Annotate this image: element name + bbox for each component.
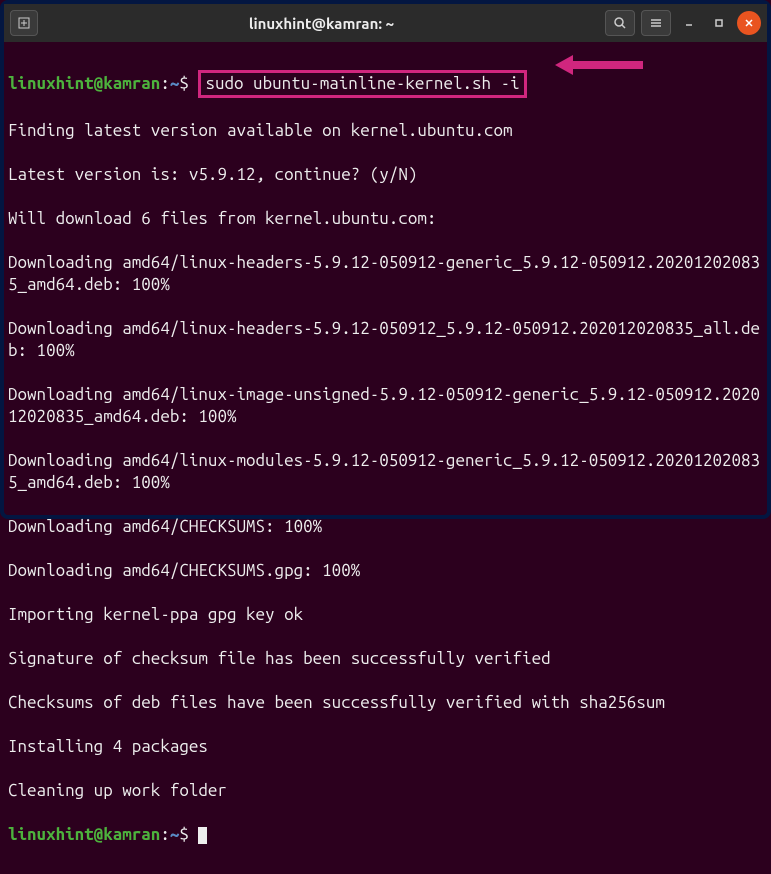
output-line: Latest version is: v5.9.12, continue? (y… xyxy=(8,164,763,186)
search-button[interactable] xyxy=(605,10,635,36)
arrow-shaft xyxy=(573,61,643,69)
output-line: Downloading amd64/linux-headers-5.9.12-0… xyxy=(8,252,763,296)
arrow-head-icon xyxy=(555,55,573,75)
prompt-user: linuxhint@kamran xyxy=(8,825,160,844)
output-line: Downloading amd64/CHECKSUMS: 100% xyxy=(8,516,763,538)
output-line: Downloading amd64/CHECKSUMS.gpg: 100% xyxy=(8,560,763,582)
prompt-line-1: linuxhint@kamran:~$ sudo ubuntu-mainline… xyxy=(8,70,763,98)
titlebar-left xyxy=(10,10,38,36)
titlebar: linuxhint@kamran: ~ xyxy=(4,4,767,42)
prompt-path: ~ xyxy=(170,825,180,844)
prompt-path: ~ xyxy=(170,74,180,93)
command-highlight: sudo ubuntu-mainline-kernel.sh -i xyxy=(198,70,526,98)
arrow-annotation xyxy=(555,55,643,75)
new-tab-button[interactable] xyxy=(10,10,38,36)
output-line: Signature of checksum file has been succ… xyxy=(8,648,763,670)
prompt-user: linuxhint@kamran xyxy=(8,74,160,93)
output-line: Installing 4 packages xyxy=(8,736,763,758)
prompt-colon: : xyxy=(160,74,170,93)
terminal-content[interactable]: linuxhint@kamran:~$ sudo ubuntu-mainline… xyxy=(4,42,767,874)
minimize-button[interactable] xyxy=(677,11,701,35)
output-line: Finding latest version available on kern… xyxy=(8,120,763,142)
output-line: Downloading amd64/linux-headers-5.9.12-0… xyxy=(8,318,763,362)
prompt-dollar: $ xyxy=(179,74,189,93)
titlebar-right xyxy=(605,10,761,36)
prompt-line-2: linuxhint@kamran:~$ xyxy=(8,824,763,846)
command-text: sudo ubuntu-mainline-kernel.sh -i xyxy=(205,74,519,93)
window-title: linuxhint@kamran: ~ xyxy=(46,15,597,32)
maximize-button[interactable] xyxy=(707,11,731,35)
output-line: Downloading amd64/linux-image-unsigned-5… xyxy=(8,384,763,428)
cursor xyxy=(198,827,207,844)
output-line: Downloading amd64/linux-modules-5.9.12-0… xyxy=(8,450,763,494)
output-line: Cleaning up work folder xyxy=(8,780,763,802)
close-button[interactable] xyxy=(737,11,761,35)
output-line: Importing kernel-ppa gpg key ok xyxy=(8,604,763,626)
prompt-dollar: $ xyxy=(179,825,189,844)
menu-button[interactable] xyxy=(641,10,671,36)
prompt-colon: : xyxy=(160,825,170,844)
output-line: Checksums of deb files have been success… xyxy=(8,692,763,714)
output-line: Will download 6 files from kernel.ubuntu… xyxy=(8,208,763,230)
